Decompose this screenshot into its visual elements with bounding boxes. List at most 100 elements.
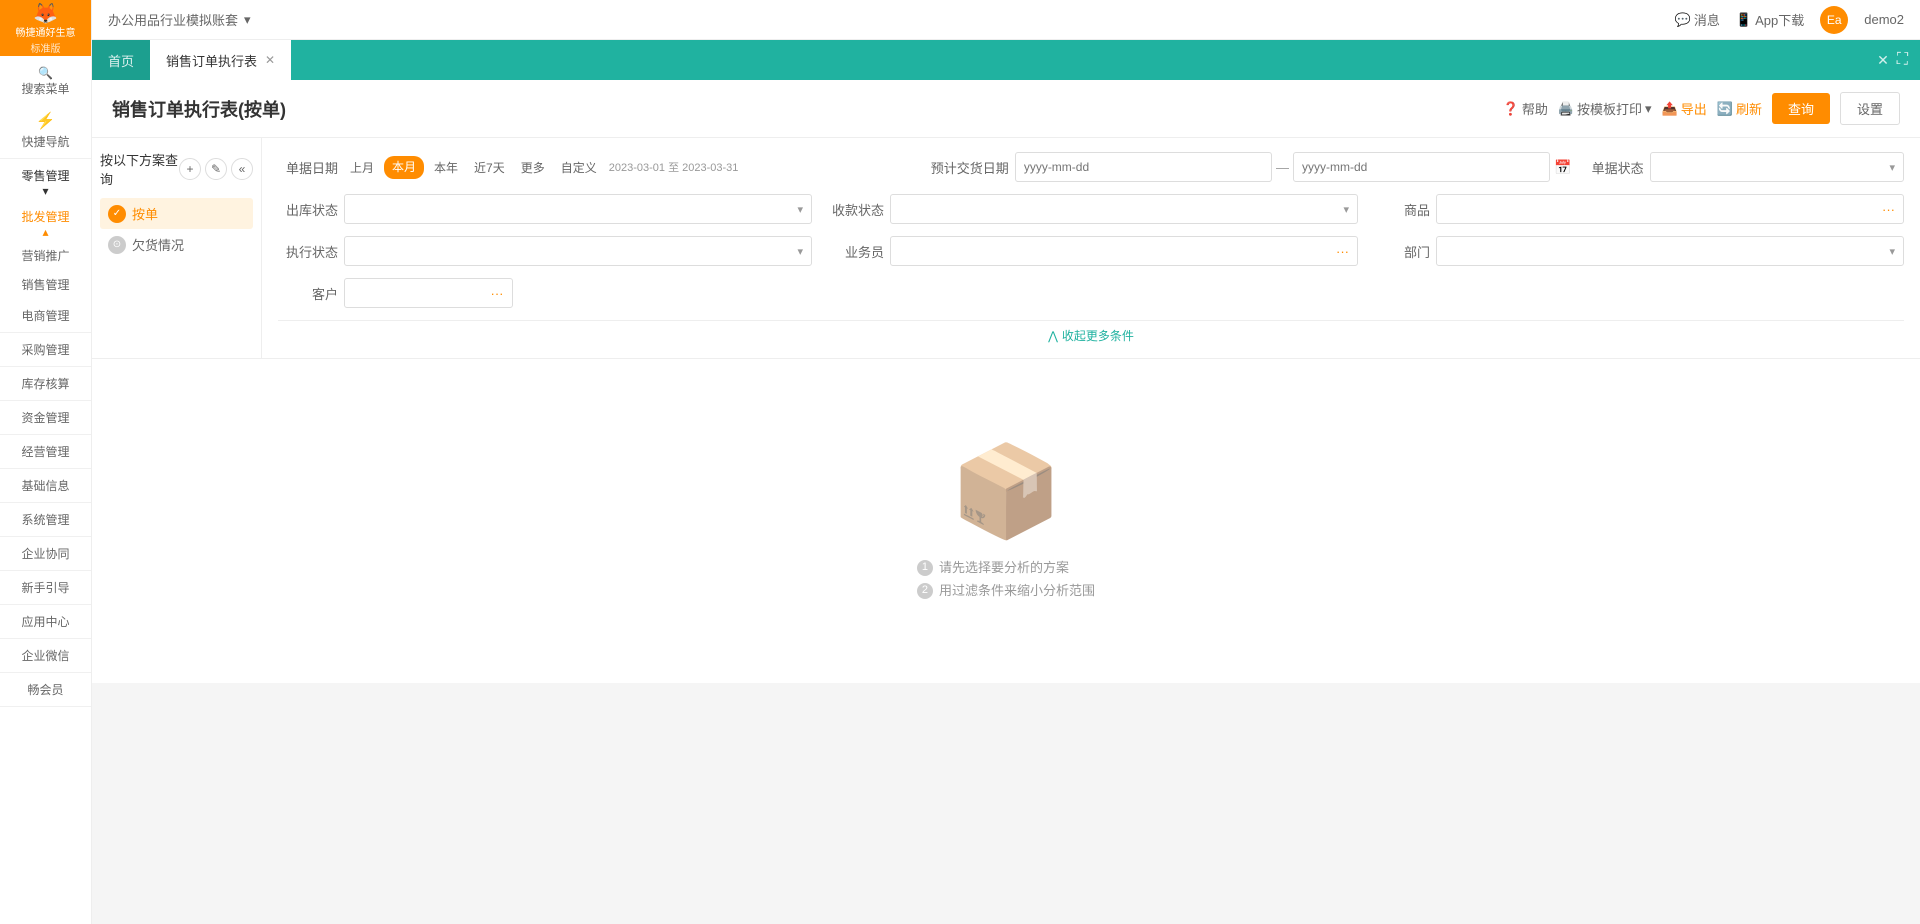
export-label: 导出: [1681, 99, 1707, 118]
sidebar-item-wholesale[interactable]: 批发管理 ▴: [0, 200, 91, 241]
sidebar-item-newbie[interactable]: 新手引导: [0, 571, 91, 605]
doc-status-arrow: ▾: [1889, 161, 1895, 174]
sidebar-search[interactable]: 🔍 搜索菜单: [0, 56, 91, 103]
date-tab-last-month[interactable]: 上月: [344, 156, 380, 179]
setting-button[interactable]: 设置: [1840, 92, 1900, 125]
breadcrumb-area: 办公用品行业模拟账套 ▾: [108, 10, 251, 29]
goods-ellipsis[interactable]: ···: [1882, 202, 1895, 217]
expected-date-start[interactable]: [1015, 152, 1272, 182]
tab-close-icon[interactable]: ✕: [265, 53, 275, 67]
tab-close-all-icon[interactable]: ✕: [1877, 52, 1889, 69]
goods-select[interactable]: ···: [1436, 194, 1904, 224]
sidebar-item-finance[interactable]: 资金管理: [0, 401, 91, 435]
scheme-actions: + ✎ «: [179, 158, 253, 180]
header-right: 💬 消息 📱 App下载 Ea demo2: [1675, 6, 1904, 34]
enterprise-label: 企业协同: [21, 545, 69, 562]
retail-label: 零售管理: [21, 167, 69, 184]
date-tab-more[interactable]: 更多: [515, 156, 551, 179]
export-link[interactable]: 📤 导出: [1662, 99, 1707, 118]
exec-status-select[interactable]: ▾: [344, 236, 812, 266]
empty-icon: 📦: [950, 439, 1062, 544]
wechat-label: 企业微信: [21, 647, 69, 664]
sidebar-item-purchase[interactable]: 采购管理: [0, 333, 91, 367]
scheme-edit-btn[interactable]: ✎: [205, 158, 227, 180]
doc-status-select[interactable]: ▾: [1650, 152, 1904, 182]
purchase-label: 采购管理: [21, 341, 69, 358]
salesperson-ellipsis[interactable]: ···: [1336, 244, 1349, 259]
sidebar-item-enterprise[interactable]: 企业协同: [0, 537, 91, 571]
print-link[interactable]: 🖨️ 按模板打印 ▾: [1558, 99, 1652, 118]
help-label: 帮助: [1522, 99, 1548, 118]
out-status-label: 出库状态: [278, 200, 338, 219]
tab-sales-order[interactable]: 销售订单执行表 ✕: [150, 40, 291, 80]
filter-row-2: 出库状态 ▾ 收款状态 ▾ 商品: [278, 194, 1904, 224]
main-area: 办公用品行业模拟账套 ▾ 💬 消息 📱 App下载 Ea demo2 首页 销售…: [92, 0, 1920, 924]
app-download-link[interactable]: 📱 App下载: [1736, 10, 1804, 29]
date-tab-custom[interactable]: 自定义: [555, 156, 603, 179]
collapse-icon: ⋀: [1048, 329, 1058, 343]
salesperson-label: 业务员: [824, 242, 884, 261]
help-link[interactable]: ❓ 帮助: [1503, 99, 1548, 118]
sidebar-item-system[interactable]: 系统管理: [0, 503, 91, 537]
out-status-arrow: ▾: [797, 203, 803, 216]
marketing-label: 营销推广: [21, 247, 69, 264]
query-button[interactable]: 查询: [1772, 93, 1830, 124]
filter-goods: 商品 ···: [1370, 194, 1904, 224]
sidebar-item-quick-nav[interactable]: ⚡ 快捷导航: [0, 103, 91, 159]
scheme-item-by-order[interactable]: ✓ 按单: [100, 198, 253, 229]
scheme-icon-by-order: ✓: [108, 205, 126, 223]
retail-arrow: ▾: [42, 184, 48, 198]
scheme-panel-title: 按以下方案查询: [100, 150, 179, 188]
receipt-status-arrow: ▾: [1343, 203, 1349, 216]
expected-date-end[interactable]: [1293, 152, 1550, 182]
goods-label: 商品: [1370, 200, 1430, 219]
tab-home[interactable]: 首页: [92, 40, 150, 80]
customer-select[interactable]: ···: [344, 278, 513, 308]
sidebar-item-ecommerce[interactable]: 电商管理: [0, 299, 91, 333]
sidebar-item-inventory[interactable]: 库存核算: [0, 367, 91, 401]
sidebar-item-basic[interactable]: 基础信息: [0, 469, 91, 503]
collapse-button[interactable]: ⋀ 收起更多条件: [278, 320, 1904, 350]
empty-tips: 1 请先选择要分析的方案 2 用过滤条件来缩小分析范围: [917, 556, 1095, 603]
print-arrow: ▾: [1645, 101, 1652, 117]
date-tab-this-year[interactable]: 本年: [428, 156, 464, 179]
scheme-collapse-btn[interactable]: «: [231, 158, 253, 180]
calendar-icon-start[interactable]: 📅: [1554, 159, 1571, 176]
export-icon: 📤: [1662, 101, 1678, 117]
operations-label: 经营管理: [21, 443, 69, 460]
sidebar-item-retail[interactable]: 零售管理 ▾: [0, 159, 91, 200]
sidebar-item-apps[interactable]: 应用中心: [0, 605, 91, 639]
print-label: 按模板打印: [1577, 99, 1642, 118]
filter-salesperson: 业务员 ···: [824, 236, 1358, 266]
sidebar-item-operations[interactable]: 经营管理: [0, 435, 91, 469]
scheme-add-btn[interactable]: +: [179, 158, 201, 180]
tab-expand-icon[interactable]: ⛶: [1897, 51, 1908, 69]
help-icon: ❓: [1503, 101, 1519, 117]
sidebar-sub-marketing[interactable]: 营销推广: [0, 241, 91, 270]
message-link[interactable]: 💬 消息: [1675, 10, 1720, 29]
sidebar-item-wechat[interactable]: 企业微信: [0, 639, 91, 673]
breadcrumb-text: 办公用品行业模拟账套: [108, 10, 238, 29]
scheme-panel-header: 按以下方案查询 + ✎ «: [100, 150, 253, 188]
collapse-text: 收起更多条件: [1062, 327, 1134, 344]
filter-dept: 部门 ▾: [1370, 236, 1904, 266]
sidebar-sub-sales[interactable]: 销售管理: [0, 270, 91, 299]
dept-select[interactable]: ▾: [1436, 236, 1904, 266]
date-tab-7days[interactable]: 近7天: [468, 156, 511, 179]
sidebar-search-label: 搜索菜单: [21, 80, 69, 97]
filter-date: 单据日期 上月 本月 本年 近7天 更多 自定义 2023-: [278, 156, 919, 179]
refresh-link[interactable]: 🔄 刷新: [1717, 99, 1762, 118]
tab-home-label: 首页: [108, 51, 134, 70]
receipt-status-select[interactable]: ▾: [890, 194, 1358, 224]
filter-row-4: 客户 ···: [278, 278, 1904, 308]
avatar[interactable]: Ea: [1820, 6, 1848, 34]
dept-label: 部门: [1370, 242, 1430, 261]
out-status-select[interactable]: ▾: [344, 194, 812, 224]
sidebar-item-member[interactable]: 畅会员: [0, 673, 91, 707]
scheme-item-owe[interactable]: ⊙ 欠货情况: [100, 229, 253, 260]
date-tab-this-month[interactable]: 本月: [384, 156, 424, 179]
salesperson-select[interactable]: ···: [890, 236, 1358, 266]
filter-expected-date: 预计交货日期 — 📅: [931, 152, 1572, 182]
ecommerce-label: 电商管理: [21, 307, 69, 324]
customer-ellipsis[interactable]: ···: [491, 286, 504, 301]
